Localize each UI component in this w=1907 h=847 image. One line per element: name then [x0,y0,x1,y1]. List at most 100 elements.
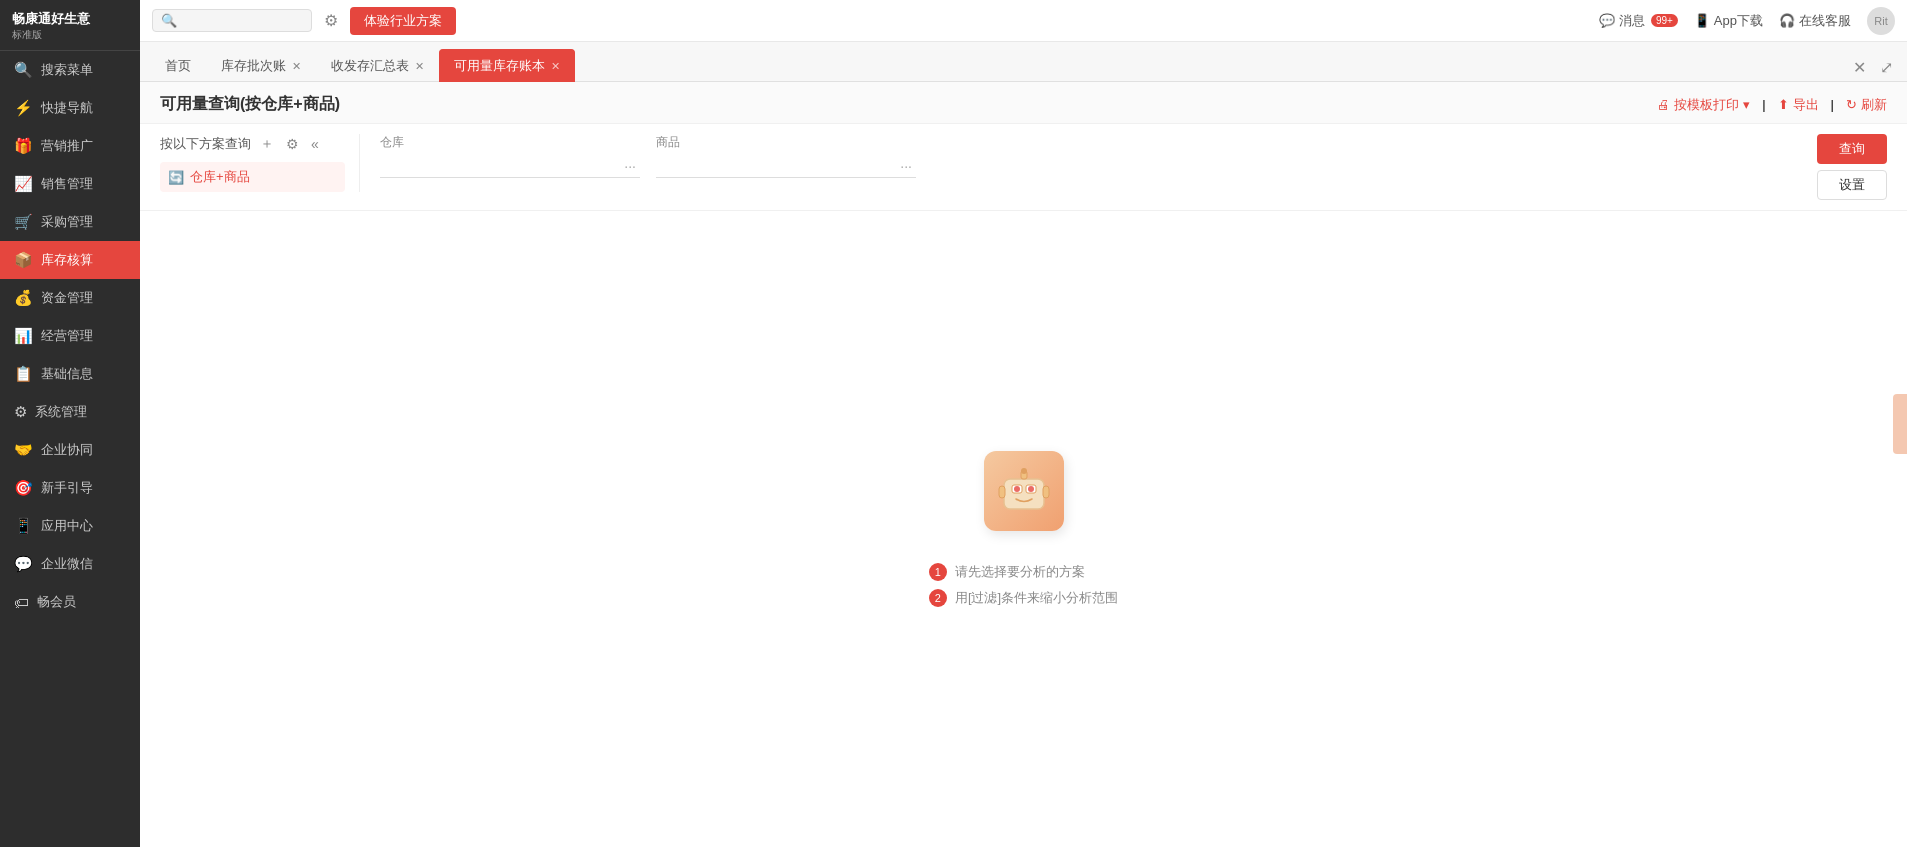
svg-point-3 [1014,486,1020,492]
refresh-label: 刷新 [1861,96,1887,114]
warehouse-more-icon[interactable]: ··· [624,158,636,174]
sidebar-item-basic-info[interactable]: 📋基础信息 [0,355,140,393]
tab-label-home: 首页 [165,57,191,75]
industry-solution-button[interactable]: 体验行业方案 [350,7,456,35]
tab-close-collect-summary[interactable]: ✕ [415,60,424,73]
sidebar-item-enterprise[interactable]: 🤝企业协同 [0,431,140,469]
goods-label: 商品 [656,134,916,151]
app-download-button[interactable]: 📱 App下载 [1694,12,1763,30]
page-title: 可用量查询(按仓库+商品) [160,94,340,115]
query-scheme-panel: 按以下方案查询 ＋ ⚙ « 🔄 仓库+商品 [160,134,360,192]
sidebar-item-label: 库存核算 [41,251,93,269]
customer-service-label: 在线客服 [1799,12,1851,30]
goods-more-icon[interactable]: ··· [900,158,912,174]
add-scheme-button[interactable]: ＋ [257,134,277,154]
sidebar-item-sales[interactable]: 📈销售管理 [0,165,140,203]
warehouse-input[interactable] [384,159,620,174]
warehouse-input-wrap[interactable]: ··· [380,155,640,178]
scheme-header-label: 按以下方案查询 [160,135,251,153]
newbie-icon: 🎯 [14,479,33,497]
close-tab-button[interactable]: ✕ [1849,54,1870,81]
search-icon: 🔍 [14,61,33,79]
tab-home[interactable]: 首页 [150,49,206,82]
tab-close-available-qty[interactable]: ✕ [551,60,560,73]
robot-icon [994,461,1054,521]
system-icon: ⚙ [14,403,27,421]
action-buttons: 查询 设置 [1801,134,1887,200]
query-scheme-header: 按以下方案查询 ＋ ⚙ « [160,134,345,162]
tab-close-batch-ledger[interactable]: ✕ [292,60,301,73]
export-button[interactable]: ⬆ 导出 [1778,96,1819,114]
tab-label-batch-ledger: 库存批次账 [221,57,286,75]
goods-input-wrap[interactable]: ··· [656,155,916,178]
svg-point-6 [1021,468,1027,474]
notifications-button[interactable]: 💬 消息 99+ [1599,12,1678,30]
sidebar-item-label: 畅会员 [37,593,76,611]
sidebar-item-operations[interactable]: 📊经营管理 [0,317,140,355]
operations-icon: 📊 [14,327,33,345]
scheme-item-warehouse-goods[interactable]: 🔄 仓库+商品 [160,162,345,192]
export-label: 导出 [1793,96,1819,114]
main-area: 🔍 ⚙ 体验行业方案 💬 消息 99+ 📱 App下载 🎧 在线客服 Rit [140,0,1907,847]
query-settings-button[interactable]: 设置 [1817,170,1887,200]
content-area: 可用量查询(按仓库+商品) 🖨 按模板打印 ▾ | ⬆ 导出 | ↻ 刷新 [140,82,1907,847]
sidebar-item-inventory[interactable]: 📦库存核算 [0,241,140,279]
marketing-promo-icon: 🎁 [14,137,33,155]
topbar: 🔍 ⚙ 体验行业方案 💬 消息 99+ 📱 App下载 🎧 在线客服 Rit [140,0,1907,42]
empty-hint-1: 1 请先选择要分析的方案 [929,563,1118,581]
settings-icon[interactable]: ⚙ [320,7,342,34]
page-header-actions: 🖨 按模板打印 ▾ | ⬆ 导出 | ↻ 刷新 [1657,96,1887,114]
sidebar-item-search[interactable]: 🔍搜索菜单 [0,51,140,89]
avatar-text: Rit [1874,15,1887,27]
avatar[interactable]: Rit [1867,7,1895,35]
empty-illustration [974,451,1074,551]
app-download-label: App下载 [1714,12,1763,30]
sidebar-item-label: 营销推广 [41,137,93,155]
headset-icon: 🎧 [1779,13,1795,28]
sidebar-item-newbie[interactable]: 🎯新手引导 [0,469,140,507]
svg-point-4 [1028,486,1034,492]
tab-collect-summary[interactable]: 收发存汇总表✕ [316,49,439,82]
chevron-down-icon: ▾ [1743,97,1750,112]
tabbar-actions: ✕ ⤢ [1839,54,1907,81]
goods-input[interactable] [660,159,896,174]
refresh-button[interactable]: ↻ 刷新 [1846,96,1887,114]
sidebar-item-label: 系统管理 [35,403,87,421]
sidebar-item-system[interactable]: ⚙ 系统管理 [0,393,140,431]
sales-icon: 📈 [14,175,33,193]
export-icon: ⬆ [1778,97,1789,112]
query-button[interactable]: 查询 [1817,134,1887,164]
sidebar-item-member[interactable]: 🏷畅会员 [0,583,140,621]
svg-rect-8 [1043,486,1049,498]
topbar-search-wrap[interactable]: 🔍 [152,9,312,32]
print-template-button[interactable]: 🖨 按模板打印 ▾ [1657,96,1750,114]
sidebar-item-app-center[interactable]: 📱应用中心 [0,507,140,545]
sidebar-item-label: 企业协同 [41,441,93,459]
app-center-icon: 📱 [14,517,33,535]
collapse-scheme-button[interactable]: « [308,135,322,153]
search-input[interactable] [181,14,281,28]
topbar-right: 💬 消息 99+ 📱 App下载 🎧 在线客服 Rit [1599,7,1895,35]
tab-batch-ledger[interactable]: 库存批次账 ✕ [206,49,316,82]
hint1-text: 请先选择要分析的方案 [955,563,1085,581]
purchase-icon: 🛒 [14,213,33,231]
tab-available-qty[interactable]: 可用量库存账本✕ [439,49,575,82]
mobile-icon: 📱 [1694,13,1710,28]
sidebar-item-label: 快捷导航 [41,99,93,117]
sidebar-logo: 畅康通好生意 标准版 [0,0,140,51]
sidebar-item-shortcut[interactable]: ⚡快捷导航 [0,89,140,127]
query-section: 按以下方案查询 ＋ ⚙ « 🔄 仓库+商品 仓库 ··· [140,124,1907,211]
right-scroll-handle[interactable] [1893,394,1907,454]
sidebar-item-funds[interactable]: 💰资金管理 [0,279,140,317]
expand-tab-button[interactable]: ⤢ [1876,54,1897,81]
app-edition: 标准版 [12,28,128,42]
edit-scheme-button[interactable]: ⚙ [283,135,302,153]
sidebar-item-label: 资金管理 [41,289,93,307]
customer-service-button[interactable]: 🎧 在线客服 [1779,12,1851,30]
scheme-label: 仓库+商品 [190,168,250,186]
sidebar-item-enterprise-wechat[interactable]: 💬企业微信 [0,545,140,583]
sidebar-item-label: 企业微信 [41,555,93,573]
sidebar-item-purchase[interactable]: 🛒采购管理 [0,203,140,241]
sidebar-item-marketing-promo[interactable]: 🎁 营销推广 [0,127,140,165]
basic-info-icon: 📋 [14,365,33,383]
